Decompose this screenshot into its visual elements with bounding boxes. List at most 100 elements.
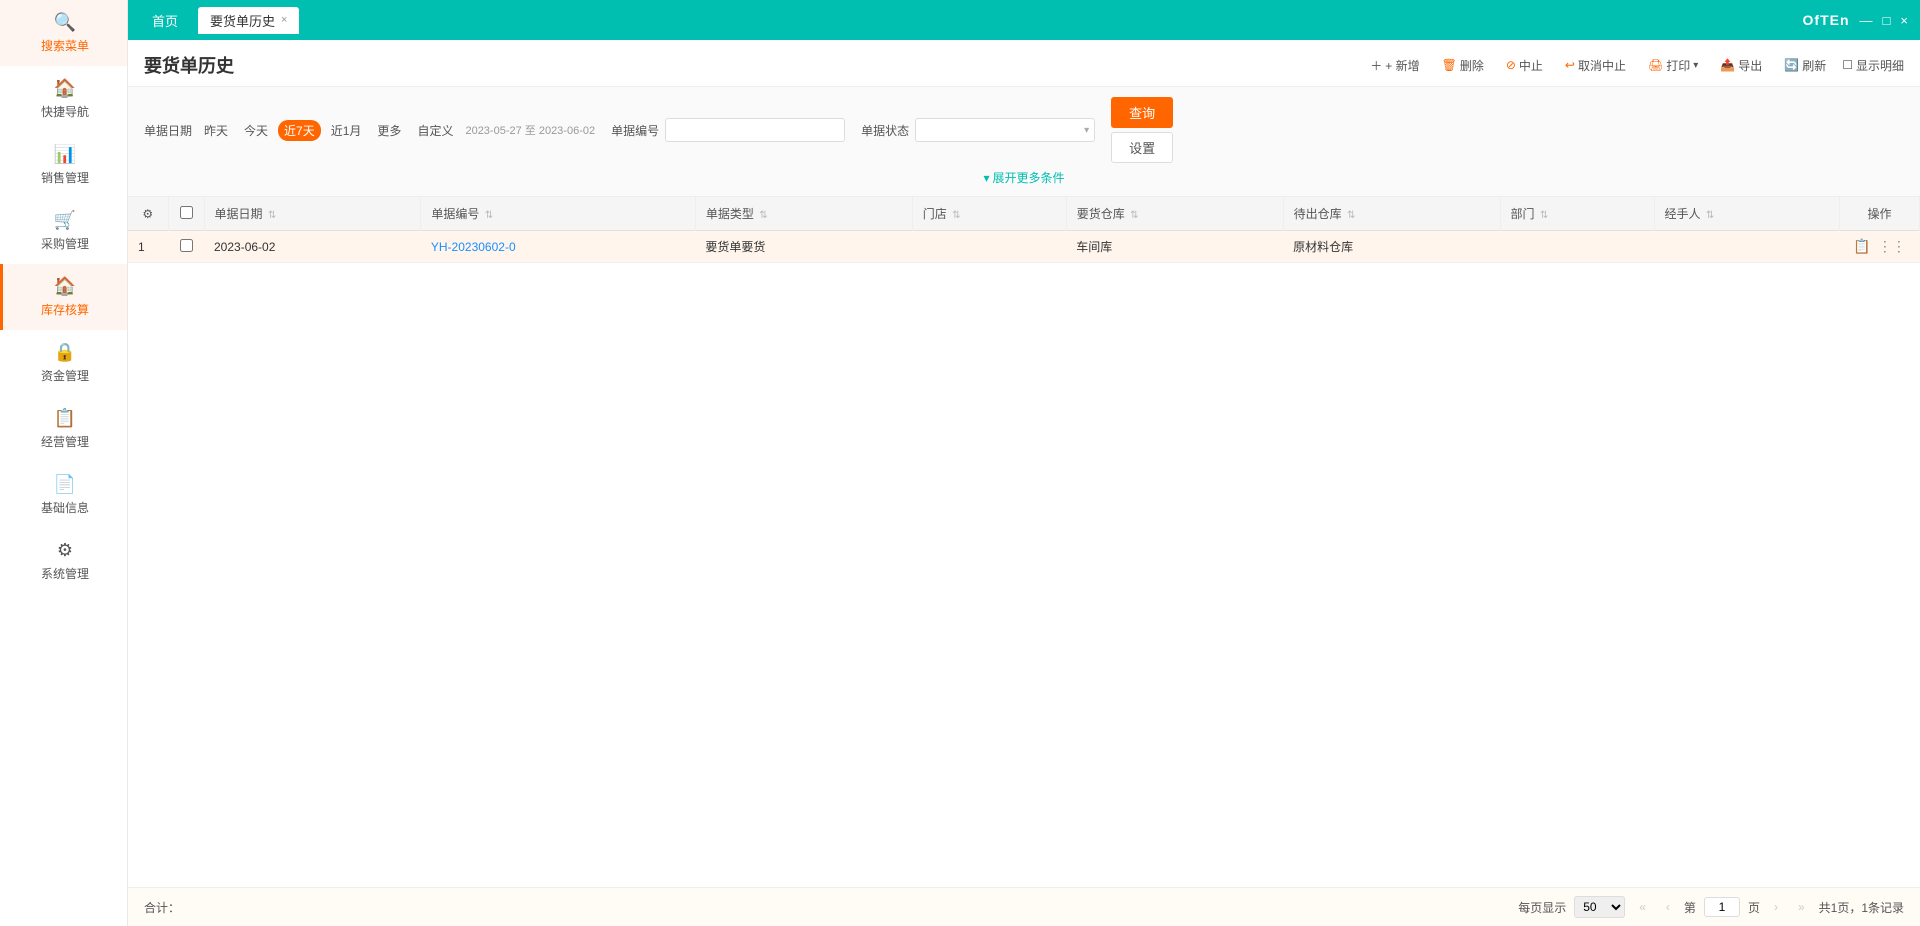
checkbox-icon: ☐: [1842, 58, 1853, 72]
stop-icon: ⊘: [1506, 58, 1516, 72]
date-btn-custom[interactable]: 自定义: [411, 120, 459, 141]
sort-icon-store: ⇅: [952, 210, 960, 221]
export-label: 导出: [1738, 57, 1762, 74]
doc-status-select[interactable]: [915, 118, 1095, 142]
prev-page-button[interactable]: ‹: [1660, 898, 1676, 916]
tab-active-label: 要货单历史: [210, 11, 275, 30]
sys-mgmt-icon: ⚙: [57, 540, 73, 561]
delete-button[interactable]: 🗑 删除: [1436, 53, 1490, 78]
doc-no-link[interactable]: YH-20230602-0: [431, 240, 516, 254]
th-pending-warehouse[interactable]: 待出仓库 ⇅: [1283, 197, 1500, 231]
sidebar-item-ops-mgmt[interactable]: 📋 经营管理: [0, 396, 127, 462]
sidebar-item-sys-mgmt[interactable]: ⚙ 系统管理: [0, 528, 127, 594]
quick-nav-icon: 🏠: [54, 78, 76, 99]
cancel-stop-button[interactable]: ↩ 取消中止: [1559, 53, 1632, 78]
sort-icon-doc-type: ⇅: [759, 210, 767, 221]
print-label: 打印: [1666, 57, 1690, 74]
tab-home-label: 首页: [152, 11, 178, 30]
add-button[interactable]: ＋ + 新增: [1364, 53, 1425, 78]
display-detail-toggle[interactable]: ☐ 显示明细: [1842, 57, 1904, 74]
date-btn-today[interactable]: 今天: [238, 120, 274, 141]
filter-area: 单据日期 昨天 今天 近7天 近1月 更多 自定义 2023-05-27 至 2…: [128, 87, 1920, 197]
row-checkbox[interactable]: [180, 239, 193, 252]
date-filter-label: 单据日期: [144, 122, 192, 139]
window-minimize-icon[interactable]: —: [1860, 13, 1873, 28]
query-button[interactable]: 查询: [1111, 97, 1173, 128]
th-req-warehouse[interactable]: 要货仓库 ⇅: [1066, 197, 1283, 231]
print-icon: 🖨: [1648, 58, 1663, 72]
date-btn-7days[interactable]: 近7天: [278, 120, 321, 141]
select-all-checkbox[interactable]: [180, 206, 193, 219]
date-btn-yesterday[interactable]: 昨天: [198, 120, 234, 141]
tab-home[interactable]: 首页: [140, 7, 190, 34]
page-size-select[interactable]: 10 20 50 100: [1574, 896, 1625, 918]
first-page-button[interactable]: «: [1633, 898, 1652, 916]
date-buttons: 昨天 今天 近7天 近1月 更多 自定义: [198, 120, 459, 141]
table-footer: 合计： 每页显示 10 20 50 100 « ‹ 第 页 › » 共1页，1条…: [128, 887, 1920, 926]
table-row: 1 2023-06-02 YH-20230602-0 要货单要货 车间库 原材料…: [128, 231, 1920, 263]
tab-close-icon[interactable]: ×: [281, 14, 287, 26]
topbar: 首页 要货单历史 × OfTEn — □ ×: [128, 0, 1920, 40]
total-label: 合计：: [144, 899, 180, 916]
th-doc-no[interactable]: 单据编号 ⇅: [421, 197, 696, 231]
stop-button[interactable]: ⊘ 中止: [1500, 53, 1549, 78]
sidebar-item-quick-nav[interactable]: 🏠 快捷导航: [0, 66, 127, 132]
td-doc-no[interactable]: YH-20230602-0: [421, 231, 696, 263]
export-button[interactable]: 📤 导出: [1714, 53, 1768, 78]
date-btn-more[interactable]: 更多: [371, 120, 407, 141]
refresh-button[interactable]: 🔄 刷新: [1778, 53, 1832, 78]
th-settings[interactable]: ⚙: [128, 197, 168, 231]
doc-no-label: 单据编号: [611, 122, 659, 139]
row-edit-icon[interactable]: 📋: [1853, 238, 1870, 254]
td-req-warehouse: 车间库: [1066, 231, 1283, 263]
cancel-stop-label: 取消中止: [1578, 57, 1626, 74]
doc-status-label: 单据状态: [861, 122, 909, 139]
sidebar-item-label: 快捷导航: [41, 103, 89, 120]
cancel-stop-icon: ↩: [1565, 58, 1575, 72]
expand-icon: ▾: [983, 171, 989, 185]
window-close-icon[interactable]: ×: [1900, 13, 1908, 28]
window-maximize-icon[interactable]: □: [1883, 13, 1891, 28]
th-store[interactable]: 门店 ⇅: [912, 197, 1066, 231]
sidebar-item-label: 系统管理: [41, 565, 89, 582]
inventory-icon: 🏠: [54, 276, 76, 297]
td-department: [1500, 231, 1654, 263]
add-icon: ＋: [1370, 57, 1382, 74]
sidebar-item-search-menu[interactable]: 🔍 搜索菜单: [0, 0, 127, 66]
th-doc-date[interactable]: 单据日期 ⇅: [204, 197, 421, 231]
total-info: 共1页，1条记录: [1819, 899, 1904, 916]
sort-icon-doc-date: ⇅: [268, 210, 276, 221]
delete-label: 删除: [1460, 57, 1484, 74]
th-handler[interactable]: 经手人 ⇅: [1654, 197, 1839, 231]
refresh-label: 刷新: [1802, 57, 1826, 74]
tab-active[interactable]: 要货单历史 ×: [198, 7, 299, 34]
th-checkbox[interactable]: [168, 197, 204, 231]
date-btn-1month[interactable]: 近1月: [325, 120, 368, 141]
th-department[interactable]: 部门 ⇅: [1500, 197, 1654, 231]
expand-filters-button[interactable]: ▾ 展开更多条件: [983, 169, 1064, 186]
last-page-button[interactable]: »: [1792, 898, 1811, 916]
sidebar-item-base-info[interactable]: 📄 基础信息: [0, 462, 127, 528]
export-icon: 📤: [1720, 58, 1735, 72]
data-table: ⚙ 单据日期 ⇅ 单据编号 ⇅ 单据类型: [128, 197, 1920, 263]
row-more-icon[interactable]: ⋮⋮: [1878, 238, 1906, 254]
th-doc-type[interactable]: 单据类型 ⇅: [695, 197, 912, 231]
sort-icon-doc-no: ⇅: [485, 210, 493, 221]
settings-button[interactable]: 设置: [1111, 132, 1173, 163]
page-number-input[interactable]: [1704, 897, 1740, 917]
print-button[interactable]: 🖨 打印 ▾: [1642, 53, 1704, 78]
sidebar-item-purchase-mgmt[interactable]: 🛒 采购管理: [0, 198, 127, 264]
td-checkbox[interactable]: [168, 231, 204, 263]
sort-icon-pending-warehouse: ⇅: [1347, 210, 1355, 221]
td-doc-date: 2023-06-02: [204, 231, 421, 263]
td-store: [912, 231, 1066, 263]
expand-label: 展开更多条件: [993, 169, 1065, 186]
sidebar-item-inventory[interactable]: 🏠 库存核算: [0, 264, 127, 330]
next-page-button[interactable]: ›: [1768, 898, 1784, 916]
stop-label: 中止: [1519, 57, 1543, 74]
sidebar-item-sales-mgmt[interactable]: 📊 销售管理: [0, 132, 127, 198]
sidebar-item-finance-mgmt[interactable]: 🔒 资金管理: [0, 330, 127, 396]
doc-no-input[interactable]: [665, 118, 845, 142]
filter-group-doc-no: 单据编号: [611, 118, 845, 142]
page-end-label: 页: [1748, 899, 1760, 916]
